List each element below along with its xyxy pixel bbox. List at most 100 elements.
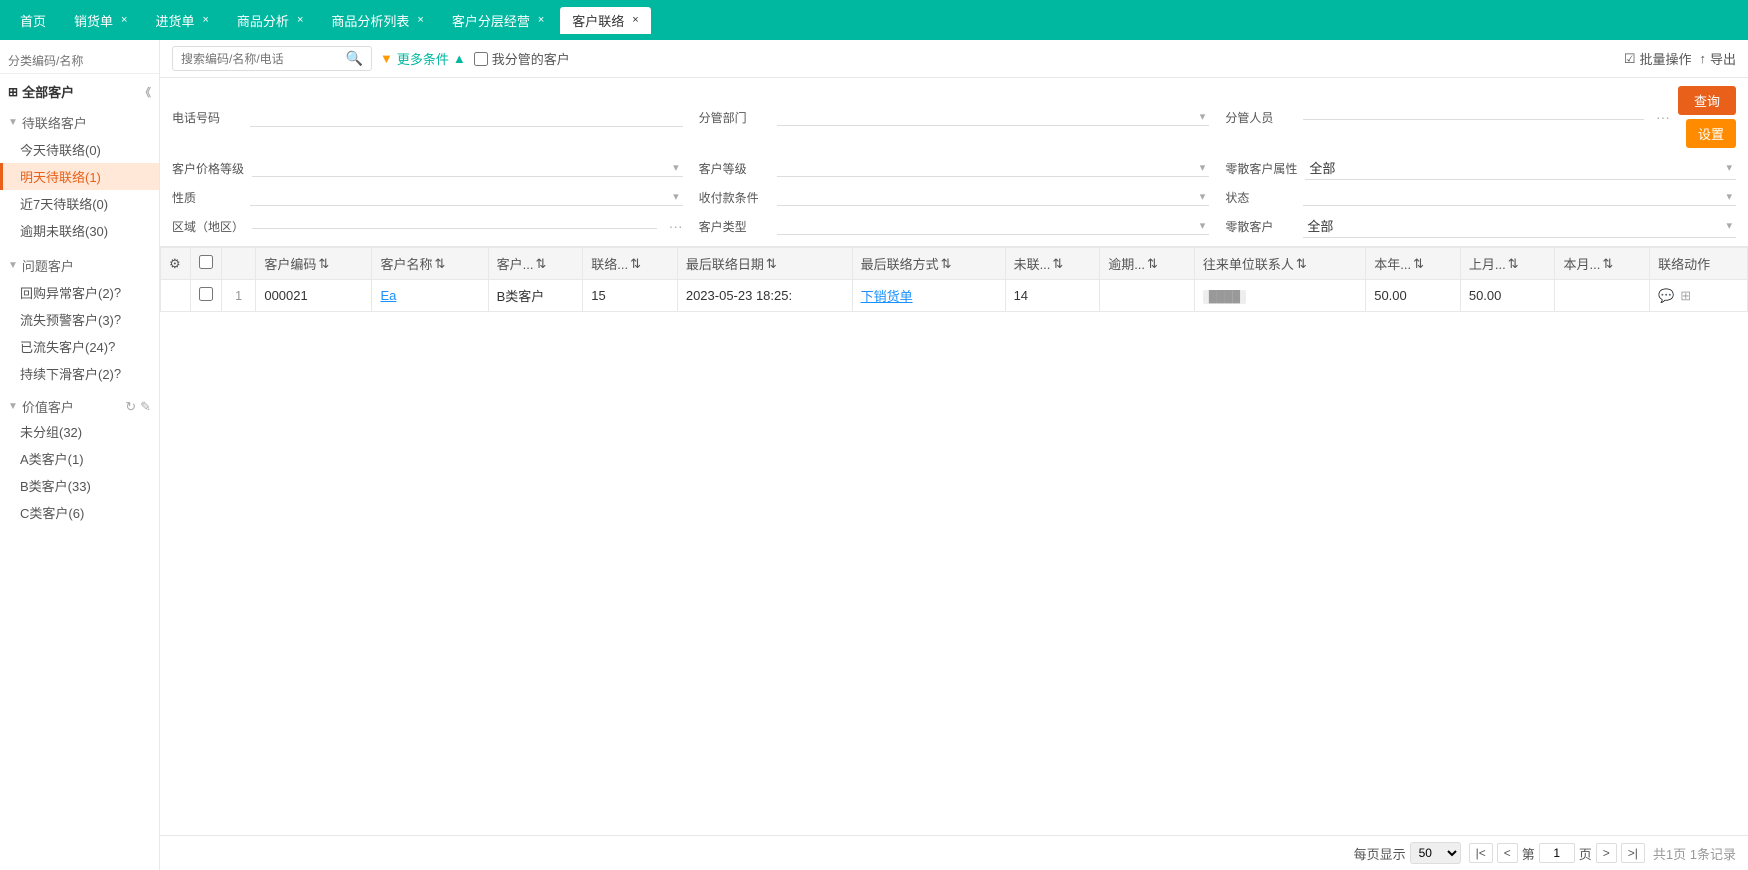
settings-button[interactable]: 设置	[1686, 119, 1736, 148]
nav-item-purchase[interactable]: 进货单×	[143, 7, 220, 34]
search-input-icon[interactable]: 🔍	[346, 50, 363, 67]
nav-close-icon-purchase[interactable]: ×	[202, 14, 208, 26]
pending-contact-group[interactable]: ▼ 待联络客户	[0, 109, 159, 136]
export-button[interactable]: ↑ 导出	[1699, 49, 1736, 68]
sidebar-item-class-c[interactable]: C类客户(6)	[0, 499, 159, 526]
value-arrow: ▼	[8, 401, 18, 412]
search-input[interactable]	[181, 52, 346, 66]
main-layout: 🔍 ⊞ 全部客户 《 ▼ 待联络客户 今天待联络(0) 明天待联络(1) 近7天…	[0, 40, 1748, 870]
problem-customer-group[interactable]: ▼ 问题客户	[0, 252, 159, 279]
nav-item-goods-analysis-list[interactable]: 商品分析列表×	[319, 7, 435, 34]
scatter-attr-select[interactable]: 全部 ▾	[1305, 156, 1736, 180]
col-overdue[interactable]: 逾期...⇅	[1100, 248, 1195, 280]
price-grade-select[interactable]: ▾	[252, 159, 683, 177]
page-number-input[interactable]	[1539, 843, 1575, 863]
row-name[interactable]: Ea	[372, 280, 488, 312]
nav-item-customer-contact[interactable]: 客户联络×	[560, 7, 650, 34]
first-page-button[interactable]: |<	[1469, 843, 1493, 863]
nav-close-icon-sales[interactable]: ×	[121, 14, 127, 26]
sidebar-item-declining[interactable]: 持续下滑客户(2) ?	[0, 360, 159, 387]
all-customers-title[interactable]: ⊞ 全部客户 《	[0, 78, 159, 105]
select-all-checkbox[interactable]	[199, 255, 213, 269]
churned-help-icon[interactable]: ?	[108, 339, 115, 354]
batch-op-label: 批量操作	[1639, 49, 1691, 68]
nav-close-icon-customer-contact[interactable]: ×	[632, 14, 638, 26]
payment-select[interactable]: ▾	[777, 188, 1210, 206]
col-name[interactable]: 客户名称⇅	[372, 248, 488, 280]
sidebar-item-today[interactable]: 今天待联络(0)	[0, 136, 159, 163]
customer-name-link[interactable]: Ea	[380, 288, 396, 303]
col-gear[interactable]: ⚙	[161, 248, 191, 280]
dept-label: 分管部门	[699, 109, 769, 126]
nav-close-icon-goods-analysis-list[interactable]: ×	[417, 14, 423, 26]
nav-close-icon-customer-segment[interactable]: ×	[538, 14, 544, 26]
nav-item-goods-analysis[interactable]: 商品分析×	[225, 7, 315, 34]
sidebar-item-overdue[interactable]: 逾期未联络(30)	[0, 217, 159, 244]
sidebar-item-churn-warn[interactable]: 流失预警客户(3) ?	[0, 306, 159, 333]
my-customer-check-label[interactable]: 我分管的客户	[474, 49, 570, 68]
row-company-contact: ████	[1194, 280, 1365, 312]
filter-row-region: 区域（地区） ···	[172, 214, 683, 238]
nature-select[interactable]: ▾	[250, 188, 683, 206]
sidebar-search-input[interactable]	[8, 54, 160, 68]
row-checkbox[interactable]	[199, 287, 213, 301]
prev-page-button[interactable]: <	[1497, 843, 1518, 863]
customer-grade-select[interactable]: ▾	[777, 159, 1210, 177]
col-uncontacted[interactable]: 未联...⇅	[1005, 248, 1100, 280]
edit-icon[interactable]: ✎	[140, 399, 151, 415]
sort-icon: ⇅	[630, 256, 641, 272]
sidebar-item-tomorrow[interactable]: 明天待联络(1)	[0, 163, 159, 190]
grid-action-icon[interactable]: ⊞	[1680, 288, 1691, 304]
sidebar-item-class-b[interactable]: B类客户(33)	[0, 472, 159, 499]
row-last-method[interactable]: 下销货单	[852, 280, 1005, 312]
sort-icon: ⇅	[434, 256, 445, 272]
manager-select[interactable]	[1303, 115, 1644, 120]
col-this-month[interactable]: 本月...⇅	[1555, 248, 1650, 280]
next-page-button[interactable]: >	[1596, 843, 1617, 863]
nav-close-icon-goods-analysis[interactable]: ×	[297, 14, 303, 26]
refresh-icon[interactable]: ↻	[125, 399, 136, 415]
customer-type-select[interactable]: ▾	[777, 217, 1210, 235]
col-last-method[interactable]: 最后联络方式⇅	[852, 248, 1005, 280]
batch-op-button[interactable]: ☑ 批量操作	[1624, 49, 1692, 68]
col-contact[interactable]: 联络...⇅	[583, 248, 678, 280]
col-company-contact[interactable]: 往来单位联系人⇅	[1194, 248, 1365, 280]
nav-item-customer-segment[interactable]: 客户分层经营×	[440, 7, 556, 34]
dept-select[interactable]: ▾	[777, 108, 1210, 126]
repurchase-help-icon[interactable]: ?	[114, 285, 121, 300]
retail-select[interactable]: 全部 ▾	[1303, 214, 1736, 238]
gear-icon[interactable]: ⚙	[169, 256, 181, 271]
region-dots-icon[interactable]: ···	[669, 218, 683, 234]
sidebar-item-7days[interactable]: 近7天待联络(0)	[0, 190, 159, 217]
page-size-select[interactable]: 50 100 200	[1410, 842, 1461, 864]
sidebar-item-repurchase[interactable]: 回购异常客户(2) ?	[0, 279, 159, 306]
nav-item-sales[interactable]: 销货单×	[62, 7, 139, 34]
customer-type-label: 客户类型	[699, 218, 769, 235]
row-this-year: 50.00	[1366, 280, 1461, 312]
query-button[interactable]: 查询	[1678, 86, 1736, 115]
value-customer-group[interactable]: ▼ 价值客户	[8, 397, 74, 416]
comment-action-icon[interactable]: 💬	[1658, 288, 1674, 304]
region-select[interactable]	[252, 224, 657, 229]
declining-label: 持续下滑客户(2)	[20, 364, 114, 383]
phone-input[interactable]	[250, 108, 683, 127]
nav-item-home[interactable]: 首页	[8, 7, 58, 34]
sidebar-item-ungroup[interactable]: 未分组(32)	[0, 418, 159, 445]
manager-dots-icon[interactable]: ···	[1656, 109, 1670, 125]
sidebar-item-churned[interactable]: 已流失客户(24) ?	[0, 333, 159, 360]
my-customer-checkbox[interactable]	[474, 52, 488, 66]
sidebar-item-class-a[interactable]: A类客户(1)	[0, 445, 159, 472]
declining-help-icon[interactable]: ?	[114, 366, 121, 381]
col-this-year[interactable]: 本年...⇅	[1366, 248, 1461, 280]
churn-warn-help-icon[interactable]: ?	[114, 312, 121, 327]
status-select[interactable]: ▾	[1303, 188, 1736, 206]
last-method-link[interactable]: 下销货单	[861, 289, 913, 304]
col-type[interactable]: 客户...⇅	[488, 248, 583, 280]
last-page-button[interactable]: >|	[1621, 843, 1645, 863]
sort-icon: ⇅	[318, 256, 329, 272]
pending-contact-label: 待联络客户	[22, 113, 87, 132]
col-code[interactable]: 客户编码⇅	[256, 248, 372, 280]
col-last-date[interactable]: 最后联络日期⇅	[677, 248, 852, 280]
more-filter-button[interactable]: ▼ 更多条件 ▲	[380, 49, 466, 68]
col-last-month[interactable]: 上月...⇅	[1460, 248, 1555, 280]
